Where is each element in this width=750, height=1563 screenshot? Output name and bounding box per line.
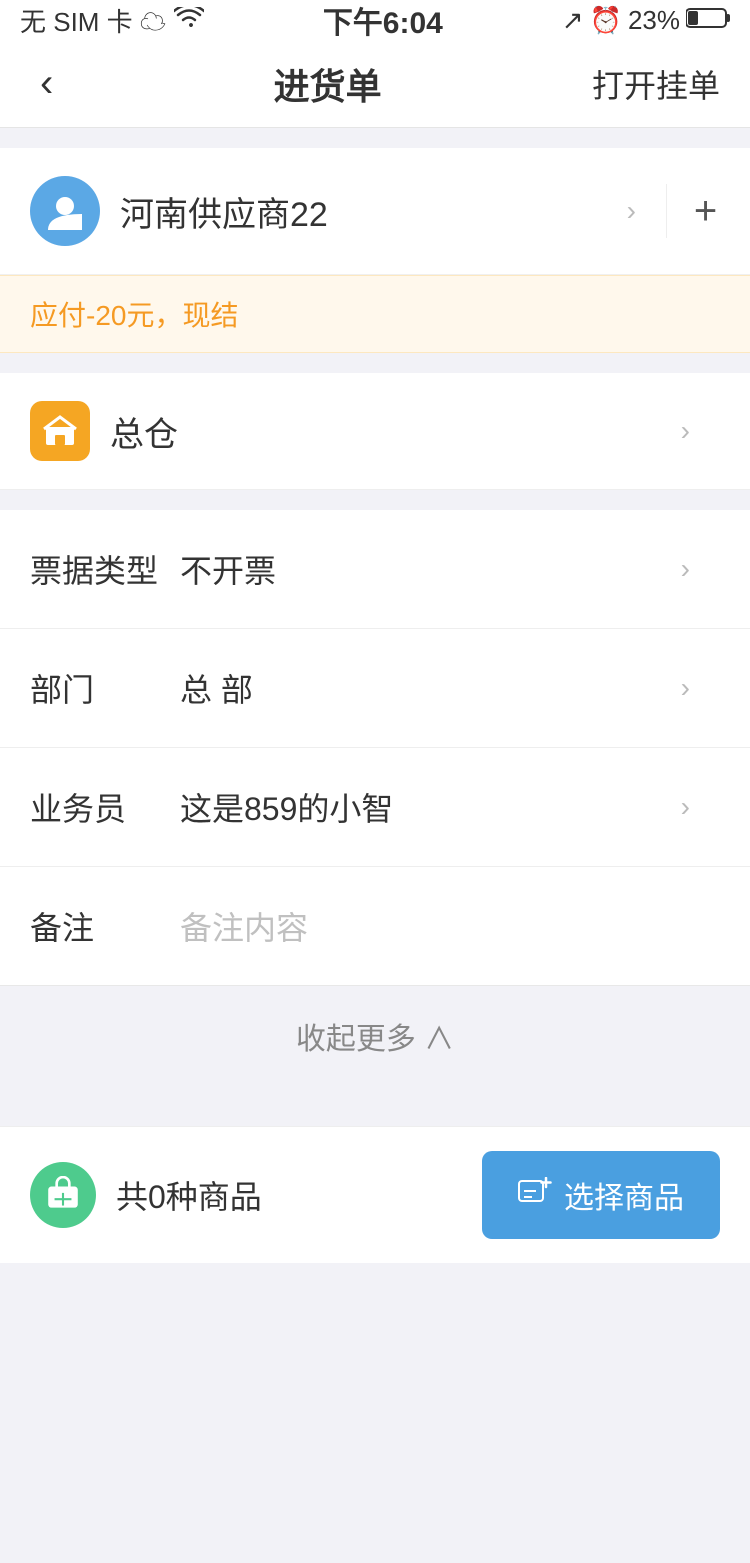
dept-value: 总 部 — [160, 665, 681, 711]
warehouse-name: 总仓 — [110, 407, 681, 456]
sim-label: 无 SIM 卡 ☁ — [20, 2, 166, 39]
bottom-bar: 共0种商品 选择商品 — [0, 1126, 750, 1263]
supplier-row[interactable]: 河南供应商22 › + — [0, 148, 750, 275]
status-bar: 无 SIM 卡 ☁ 下午6:04 ↗ ⏰ 23% — [0, 0, 750, 40]
select-product-label: 选择商品 — [564, 1173, 684, 1217]
select-product-icon — [518, 1177, 552, 1213]
battery-icon — [686, 5, 730, 36]
staff-label: 业务员 — [30, 784, 160, 830]
battery-label: 23% — [628, 5, 680, 36]
dept-chevron-icon: › — [681, 672, 690, 704]
nav-bar: ‹ 进货单 打开挂单 — [0, 40, 750, 128]
product-icon — [30, 1162, 96, 1228]
dept-row[interactable]: 部门 总 部 › — [0, 629, 750, 748]
wifi-icon — [174, 5, 204, 36]
form-section: 票据类型 不开票 › 部门 总 部 › 业务员 这是859的小智 › 备注 备注… — [0, 490, 750, 985]
dept-label: 部门 — [30, 665, 160, 711]
supplier-chevron-icon: › — [627, 195, 636, 227]
remark-input[interactable]: 备注内容 — [160, 903, 720, 949]
open-pending-button[interactable]: 打开挂单 — [592, 61, 720, 107]
remark-label: 备注 — [30, 903, 160, 949]
warehouse-icon — [30, 401, 90, 461]
status-time: 下午6:04 — [323, 0, 443, 42]
staff-row[interactable]: 业务员 这是859的小智 › — [0, 748, 750, 867]
supplier-name: 河南供应商22 — [120, 187, 627, 236]
top-spacer — [0, 128, 750, 148]
select-product-button[interactable]: 选择商品 — [482, 1151, 720, 1239]
warehouse-row[interactable]: 总仓 › — [0, 353, 750, 490]
add-supplier-button[interactable]: + — [666, 184, 720, 238]
supplier-section: 河南供应商22 › + 应付-20元，现结 — [0, 148, 750, 353]
invoice-chevron-icon: › — [681, 553, 690, 585]
product-count: 共0种商品 — [116, 1172, 482, 1218]
mid-spacer — [0, 1086, 750, 1106]
warning-banner: 应付-20元，现结 — [0, 275, 750, 353]
invoice-label: 票据类型 — [30, 546, 160, 592]
page-title: 进货单 — [274, 58, 382, 110]
alarm-icon: ⏰ — [590, 5, 622, 36]
status-right: ↗ ⏰ 23% — [562, 5, 730, 36]
invoice-row[interactable]: 票据类型 不开票 › — [0, 510, 750, 629]
page-background — [0, 1263, 750, 1563]
collapse-button[interactable]: 收起更多 ∧ — [0, 985, 750, 1086]
remark-row[interactable]: 备注 备注内容 — [0, 867, 750, 985]
staff-value: 这是859的小智 — [160, 784, 681, 830]
warehouse-chevron-icon: › — [681, 415, 690, 447]
location-icon: ↗ — [562, 5, 584, 36]
invoice-value: 不开票 — [160, 546, 681, 592]
supplier-avatar — [30, 176, 100, 246]
status-left: 无 SIM 卡 ☁ — [20, 2, 204, 39]
back-button[interactable]: ‹ — [30, 51, 63, 116]
staff-chevron-icon: › — [681, 791, 690, 823]
